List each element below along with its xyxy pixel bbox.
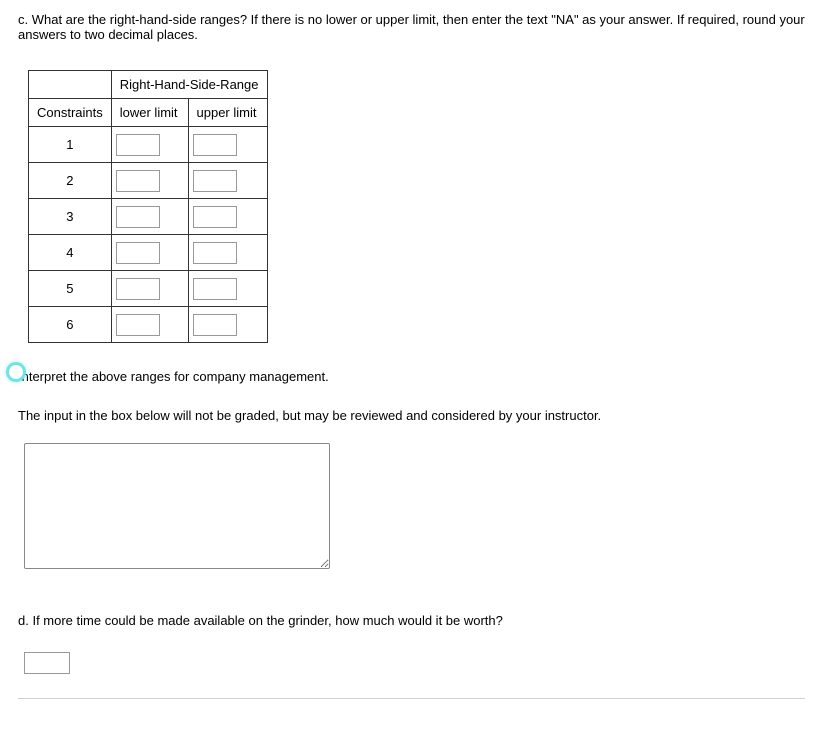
upper-limit-input-1[interactable] [193, 134, 237, 156]
constraint-label: 4 [29, 235, 112, 271]
part-d-prompt: d. If more time could be made available … [18, 613, 805, 628]
upper-limit-input-3[interactable] [193, 206, 237, 228]
constraint-label: 5 [29, 271, 112, 307]
table-header-constraints: Constraints [29, 99, 112, 127]
grading-note: The input in the box below will not be g… [18, 408, 805, 423]
upper-limit-input-2[interactable] [193, 170, 237, 192]
lower-limit-input-1[interactable] [116, 134, 160, 156]
table-header-lower: lower limit [111, 99, 188, 127]
constraint-label: 6 [29, 307, 112, 343]
constraint-label: 2 [29, 163, 112, 199]
table-row: 1 [29, 127, 268, 163]
interpretation-textarea[interactable] [24, 443, 330, 569]
table-header-blank [29, 71, 112, 99]
page-edge-marker [6, 362, 26, 382]
constraint-label: 1 [29, 127, 112, 163]
table-row: 5 [29, 271, 268, 307]
upper-limit-input-6[interactable] [193, 314, 237, 336]
lower-limit-input-5[interactable] [116, 278, 160, 300]
footer-divider [18, 698, 805, 699]
upper-limit-input-5[interactable] [193, 278, 237, 300]
lower-limit-input-6[interactable] [116, 314, 160, 336]
table-row: 4 [29, 235, 268, 271]
lower-limit-input-4[interactable] [116, 242, 160, 264]
table-header-range: Right-Hand-Side-Range [111, 71, 267, 99]
constraint-label: 3 [29, 199, 112, 235]
lower-limit-input-3[interactable] [116, 206, 160, 228]
table-row: 3 [29, 199, 268, 235]
part-d-input[interactable] [24, 652, 70, 674]
table-row: 6 [29, 307, 268, 343]
lower-limit-input-2[interactable] [116, 170, 160, 192]
table-row: 2 [29, 163, 268, 199]
interpret-prompt: Interpret the above ranges for company m… [18, 369, 805, 384]
table-header-upper: upper limit [188, 99, 267, 127]
rhs-range-table: Right-Hand-Side-Range Constraints lower … [28, 70, 268, 343]
part-c-prompt: c. What are the right-hand-side ranges? … [18, 12, 805, 42]
upper-limit-input-4[interactable] [193, 242, 237, 264]
